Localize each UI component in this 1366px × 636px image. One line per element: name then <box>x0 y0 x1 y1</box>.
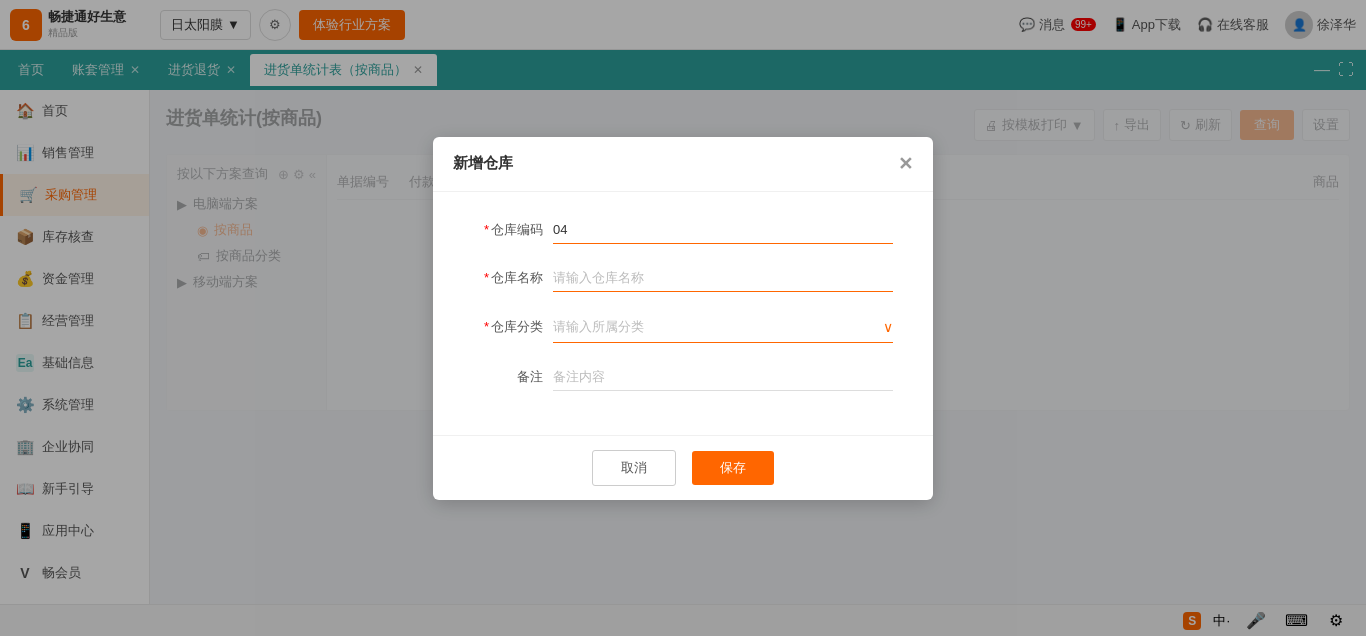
form-row-note: 备注 <box>473 363 893 391</box>
cancel-button[interactable]: 取消 <box>592 450 676 486</box>
new-warehouse-modal: 新增仓库 ✕ *仓库编码 *仓库名称 *仓库分类 <box>433 137 933 500</box>
modal-overlay: 新增仓库 ✕ *仓库编码 *仓库名称 *仓库分类 <box>0 0 1366 636</box>
category-dropdown-icon: ∨ <box>883 319 893 335</box>
save-button[interactable]: 保存 <box>692 451 774 485</box>
warehouse-category-select[interactable]: 请输入所属分类 ∨ <box>553 312 893 343</box>
warehouse-category-placeholder: 请输入所属分类 <box>553 318 883 336</box>
warehouse-code-label: *仓库编码 <box>473 221 543 239</box>
warehouse-code-input[interactable] <box>553 216 893 244</box>
modal-close-button[interactable]: ✕ <box>898 153 913 175</box>
form-row-name: *仓库名称 <box>473 264 893 292</box>
modal-header: 新增仓库 ✕ <box>433 137 933 192</box>
note-label: 备注 <box>473 368 543 386</box>
modal-footer: 取消 保存 <box>433 435 933 500</box>
warehouse-name-input[interactable] <box>553 264 893 292</box>
modal-title: 新增仓库 <box>453 154 513 173</box>
warehouse-name-label: *仓库名称 <box>473 269 543 287</box>
note-input[interactable] <box>553 363 893 391</box>
warehouse-category-label: *仓库分类 <box>473 318 543 336</box>
form-row-code: *仓库编码 <box>473 216 893 244</box>
modal-body: *仓库编码 *仓库名称 *仓库分类 请输入所属分类 ∨ <box>433 192 933 435</box>
form-row-category: *仓库分类 请输入所属分类 ∨ <box>473 312 893 343</box>
